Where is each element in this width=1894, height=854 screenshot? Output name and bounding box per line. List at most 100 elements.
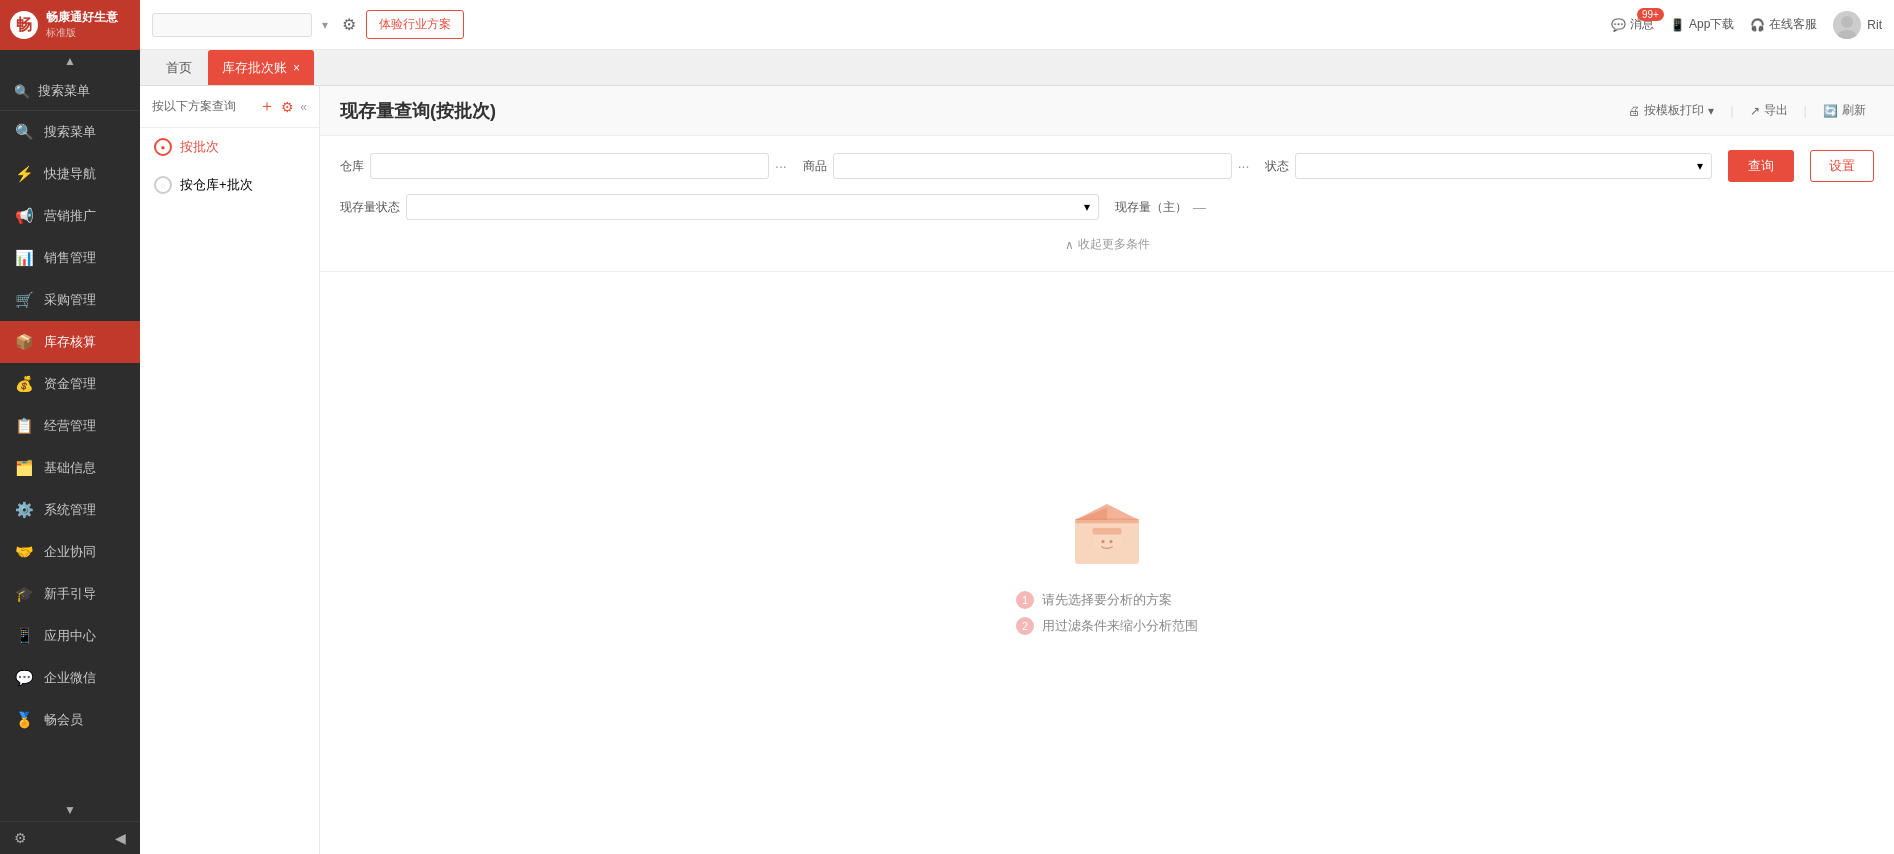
empty-hint-1: 1 请先选择要分析的方案 <box>1016 591 1198 609</box>
nav-icon-newbie: 🎓 <box>14 584 34 604</box>
sidebar-item-basic[interactable]: 🗂️ 基础信息 <box>0 447 140 489</box>
hint-text-2: 用过滤条件来缩小分析范围 <box>1042 617 1198 635</box>
nav-label-vip: 畅会员 <box>44 711 83 729</box>
empty-icon-wrapper <box>1057 492 1157 575</box>
sidebar-item-finance[interactable]: 💰 资金管理 <box>0 363 140 405</box>
status-chevron-icon: ▾ <box>1697 159 1703 173</box>
filter-area: 仓库 ··· 商品 ··· 状态 ▾ <box>320 136 1894 272</box>
sidebar-scroll-down[interactable]: ▼ <box>0 799 140 821</box>
nav-icon-vip: 🏅 <box>14 710 34 730</box>
hint-text-1: 请先选择要分析的方案 <box>1042 591 1172 609</box>
left-panel-add-icon[interactable]: ＋ <box>259 96 275 117</box>
print-icon: 🖨 <box>1628 104 1640 118</box>
product-input[interactable] <box>833 153 1232 179</box>
sidebar-scroll-up[interactable]: ▲ <box>0 50 140 72</box>
refresh-label: 刷新 <box>1842 102 1866 119</box>
warehouse-filter-group: 仓库 ··· <box>340 153 787 179</box>
svg-point-0 <box>1841 16 1853 28</box>
sidebar-item-purchase[interactable]: 🛒 采购管理 <box>0 279 140 321</box>
stock-qty-filter-group: 现存量（主） — <box>1115 199 1874 216</box>
left-panel: 按以下方案查询 ＋ ⚙ « ● 按批次 ○ 按仓库+批次 <box>140 86 320 854</box>
online-service-label: 在线客服 <box>1769 16 1817 33</box>
topbar-search-input[interactable] <box>161 18 261 32</box>
warehouse-input[interactable] <box>370 153 769 179</box>
sidebar-item-operation[interactable]: 📋 经营管理 <box>0 405 140 447</box>
left-panel-settings-icon[interactable]: ⚙ <box>281 99 294 115</box>
nav-label-quick-nav: 快捷导航 <box>44 165 96 183</box>
left-panel-collapse-icon[interactable]: « <box>300 100 307 114</box>
sidebar-item-quick-nav[interactable]: ⚡ 快捷导航 <box>0 153 140 195</box>
left-panel-header: 按以下方案查询 ＋ ⚙ « <box>140 86 319 128</box>
sidebar-item-sales[interactable]: 📊 销售管理 <box>0 237 140 279</box>
edition-label: 标准版 <box>46 26 118 40</box>
settings-button[interactable]: 设置 <box>1810 150 1874 182</box>
main-area: ▾ ⚙ 体验行业方案 💬 消息 99+ 📱 App下载 🎧 在线客服 Ri <box>140 0 1894 854</box>
nav-label-search: 搜索菜单 <box>44 123 96 141</box>
sidebar-settings-icon[interactable]: ⚙ <box>14 830 27 846</box>
warehouse-dots[interactable]: ··· <box>775 158 787 174</box>
company-name: 畅康通好生意 <box>46 10 118 26</box>
product-dots[interactable]: ··· <box>1238 158 1250 174</box>
sidebar: 畅 畅康通好生意 标准版 ▲ 🔍 搜索菜单 🔍 搜索菜单 ⚡ 快捷导航 📢 营销… <box>0 0 140 854</box>
sidebar-item-app[interactable]: 📱 应用中心 <box>0 615 140 657</box>
sidebar-collapse-icon[interactable]: ◀ <box>115 830 126 846</box>
sidebar-item-inventory[interactable]: 📦 库存核算 <box>0 321 140 363</box>
nav-label-basic: 基础信息 <box>44 459 96 477</box>
sidebar-item-marketing[interactable]: 📢 营销推广 <box>0 195 140 237</box>
empty-hint-2: 2 用过滤条件来缩小分析范围 <box>1016 617 1198 635</box>
tab-home[interactable]: 首页 <box>152 50 206 85</box>
hint-num-2: 2 <box>1016 617 1034 635</box>
sidebar-search-label: 搜索菜单 <box>38 82 90 100</box>
tab-inventory-batch[interactable]: 库存批次账 × <box>208 50 314 85</box>
nav-icon-quick-nav: ⚡ <box>14 164 34 184</box>
user-name: Rit <box>1867 18 1882 32</box>
user-profile[interactable]: Rit <box>1833 11 1882 39</box>
content-area: 按以下方案查询 ＋ ⚙ « ● 按批次 ○ 按仓库+批次 现存量查询(按批次) <box>140 86 1894 854</box>
action-divider-1: | <box>1730 103 1733 118</box>
sidebar-item-wechat[interactable]: 💬 企业微信 <box>0 657 140 699</box>
topbar-gear-icon[interactable]: ⚙ <box>342 15 356 34</box>
left-panel-item-by-warehouse-batch[interactable]: ○ 按仓库+批次 <box>140 166 319 204</box>
empty-box-icon <box>1057 492 1157 572</box>
nav-label-marketing: 营销推广 <box>44 207 96 225</box>
sidebar-item-enterprise[interactable]: 🤝 企业协同 <box>0 531 140 573</box>
sidebar-search-item[interactable]: 🔍 搜索菜单 <box>0 72 140 111</box>
nav-icon-enterprise: 🤝 <box>14 542 34 562</box>
sidebar-item-vip[interactable]: 🏅 畅会员 <box>0 699 140 741</box>
collapse-icon: ∧ <box>1065 238 1074 252</box>
nav-label-app: 应用中心 <box>44 627 96 645</box>
app-download-action[interactable]: 📱 App下载 <box>1670 16 1734 33</box>
svg-point-8 <box>1101 540 1104 543</box>
topbar-search-box[interactable] <box>152 13 312 37</box>
left-panel-item-by-batch[interactable]: ● 按批次 <box>140 128 319 166</box>
message-action[interactable]: 💬 消息 99+ <box>1611 16 1654 33</box>
collapse-row[interactable]: ∧ 收起更多条件 <box>340 232 1874 257</box>
sidebar-item-system[interactable]: ⚙️ 系统管理 <box>0 489 140 531</box>
svg-rect-7 <box>1093 528 1122 534</box>
stock-qty-dash: — <box>1193 200 1206 215</box>
nav-label-enterprise: 企业协同 <box>44 543 96 561</box>
query-button[interactable]: 查询 <box>1728 150 1794 182</box>
app-download-label: App下载 <box>1689 16 1734 33</box>
sidebar-item-search[interactable]: 🔍 搜索菜单 <box>0 111 140 153</box>
nav-label-operation: 经营管理 <box>44 417 96 435</box>
stock-status-chevron-icon: ▾ <box>1084 200 1090 214</box>
status-label: 状态 <box>1265 158 1289 175</box>
nav-icon-sales: 📊 <box>14 248 34 268</box>
export-button[interactable]: ↗ 导出 <box>1742 98 1796 123</box>
print-button[interactable]: 🖨 按模板打印 ▾ <box>1620 98 1722 123</box>
export-icon: ↗ <box>1750 104 1760 118</box>
tab-close-icon[interactable]: × <box>293 61 300 75</box>
online-service-action[interactable]: 🎧 在线客服 <box>1750 16 1817 33</box>
refresh-button[interactable]: 🔄 刷新 <box>1815 98 1874 123</box>
status-select[interactable]: ▾ <box>1295 153 1712 179</box>
nav-icon-search: 🔍 <box>14 122 34 142</box>
svg-rect-5 <box>1075 518 1139 523</box>
trial-button[interactable]: 体验行业方案 <box>366 10 464 39</box>
topbar-chevron-icon[interactable]: ▾ <box>322 18 328 32</box>
hint-num-1: 1 <box>1016 591 1034 609</box>
tab-inventory-batch-label: 库存批次账 <box>222 59 287 77</box>
stock-status-select[interactable]: ▾ <box>406 194 1099 220</box>
sidebar-item-newbie[interactable]: 🎓 新手引导 <box>0 573 140 615</box>
filter-row-2: 现存量状态 ▾ 现存量（主） — <box>340 194 1874 220</box>
